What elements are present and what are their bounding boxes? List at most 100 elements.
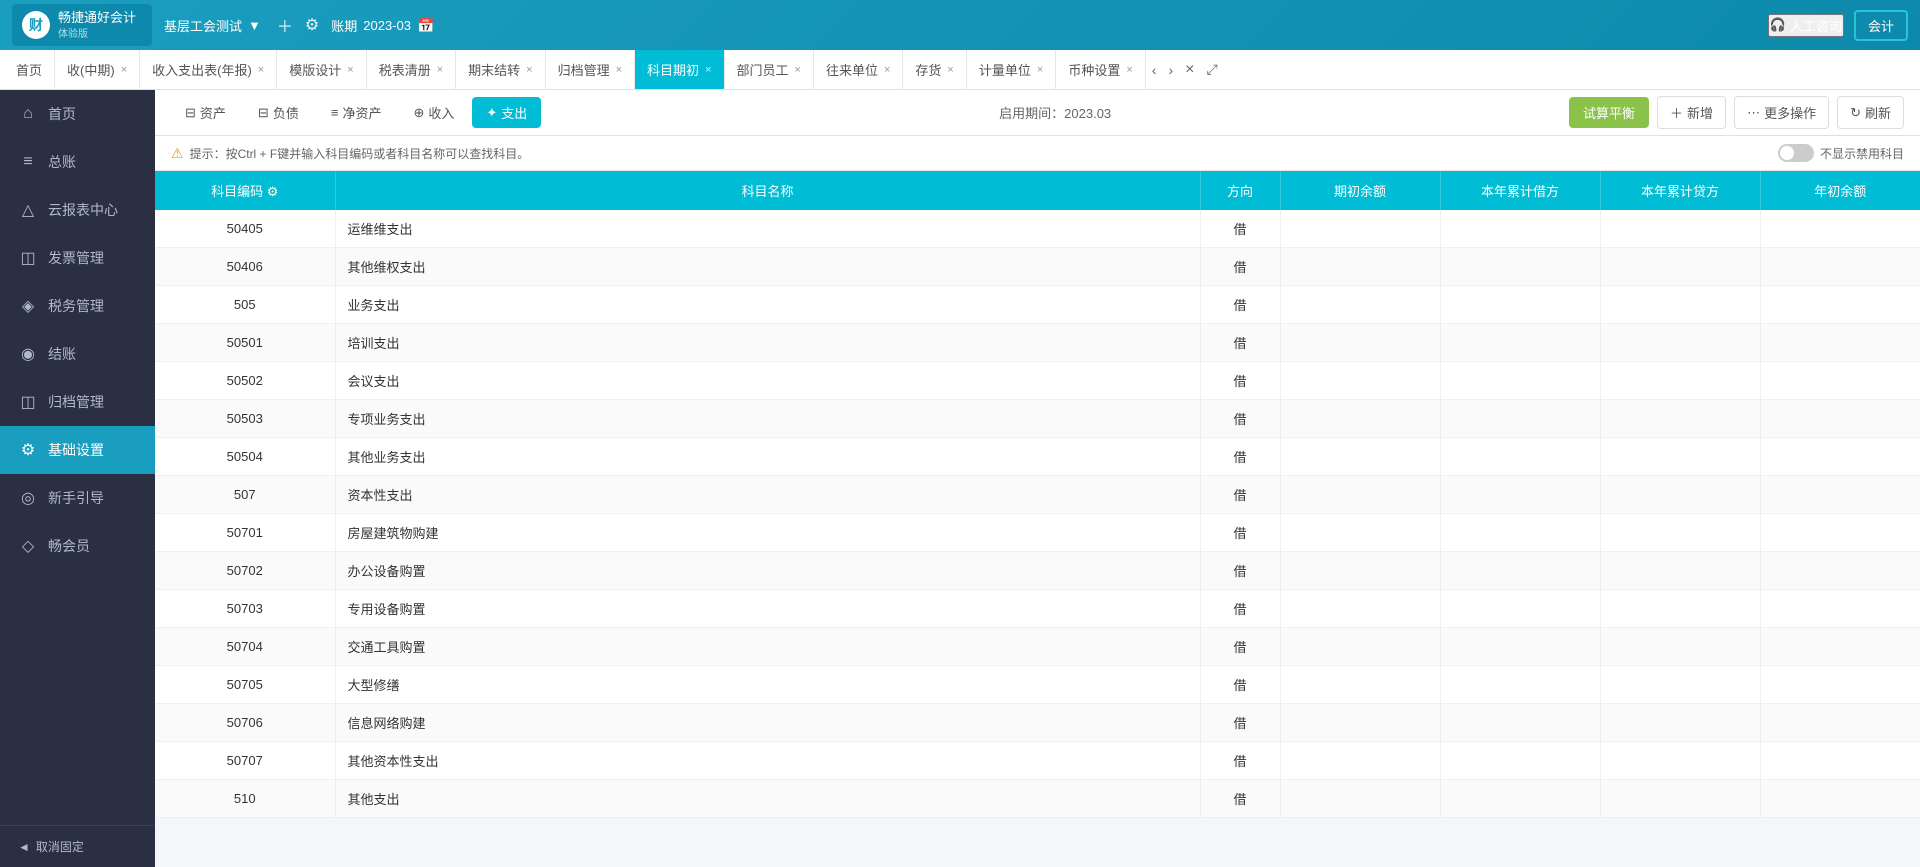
tab-subject-init-close[interactable]: ×	[705, 64, 711, 76]
table-row[interactable]: 50702 办公设备购置 借	[155, 552, 1920, 590]
tab-cashflow-close[interactable]: ×	[121, 64, 127, 76]
th-opening: 期初余额	[1280, 171, 1440, 210]
tab-archive[interactable]: 归档管理 ×	[546, 50, 635, 90]
cell-dir: 借	[1200, 324, 1280, 362]
tab-home[interactable]: 首页	[4, 50, 55, 90]
tab-unit-close[interactable]: ×	[1037, 64, 1043, 76]
cell-year-opening	[1760, 248, 1920, 286]
table-row[interactable]: 50707 其他资本性支出 借	[155, 742, 1920, 780]
account-button[interactable]: 会计	[1854, 10, 1908, 41]
help-button[interactable]: 🎧 人工咨询	[1768, 14, 1844, 37]
tab-inventory-close[interactable]: ×	[947, 64, 953, 76]
cell-ytd-debit	[1440, 476, 1600, 514]
tab-next-icon[interactable]: ›	[1162, 58, 1179, 82]
sidebar-item-reports[interactable]: △ 云报表中心	[0, 186, 155, 234]
table-row[interactable]: 50501 培训支出 借	[155, 324, 1920, 362]
tab-nav-buttons: ‹ › × ⤢	[1146, 57, 1224, 83]
table-row[interactable]: 505 业务支出 借	[155, 286, 1920, 324]
tab-taxform[interactable]: 税表清册 ×	[367, 50, 456, 90]
refresh-button[interactable]: ↻ 刷新	[1837, 96, 1904, 129]
sidebar-item-ledger[interactable]: ≡ 总账	[0, 138, 155, 186]
table-row[interactable]: 50705 大型修缮 借	[155, 666, 1920, 704]
cell-opening	[1280, 210, 1440, 248]
tab-dept-staff[interactable]: 部门员工 ×	[725, 50, 814, 90]
table-row[interactable]: 50701 房屋建筑物购建 借	[155, 514, 1920, 552]
table-row[interactable]: 50504 其他业务支出 借	[155, 438, 1920, 476]
tab-dept-staff-close[interactable]: ×	[795, 64, 801, 76]
add-button[interactable]: ＋ 新增	[1657, 96, 1726, 129]
tab-cashflow[interactable]: 收(中期) ×	[55, 50, 140, 90]
tab-contacts-close[interactable]: ×	[884, 64, 890, 76]
company-dropdown-icon[interactable]: ▼	[248, 18, 261, 33]
tab-expand-icon[interactable]: ⤢	[1200, 57, 1223, 82]
table-row[interactable]: 507 资本性支出 借	[155, 476, 1920, 514]
cell-ytd-debit	[1440, 248, 1600, 286]
table-row[interactable]: 50703 专用设备购置 借	[155, 590, 1920, 628]
tab-income-close[interactable]: ×	[258, 64, 264, 76]
sidebar-item-closing[interactable]: ◉ 结账	[0, 330, 155, 378]
tab-archive-close[interactable]: ×	[616, 64, 622, 76]
tab-period-end[interactable]: 期末结转 ×	[456, 50, 545, 90]
sidebar-item-home[interactable]: ⌂ 首页	[0, 90, 155, 138]
sub-tab-net-asset[interactable]: ≡ 净资产	[317, 97, 396, 128]
cell-opening	[1280, 476, 1440, 514]
sub-tab-asset[interactable]: ⊟ 资产	[171, 97, 240, 128]
cell-name: 其他支出	[335, 780, 1200, 818]
cell-dir: 借	[1200, 590, 1280, 628]
sub-tab-income[interactable]: ⊕ 收入	[399, 97, 468, 128]
sidebar-collapse-btn[interactable]: ◄ 取消固定	[0, 825, 155, 867]
sub-tab-expenditure[interactable]: ✦ 支出	[472, 97, 541, 128]
tab-income[interactable]: 收入支出表(年报) ×	[140, 50, 277, 90]
tab-period-end-close[interactable]: ×	[526, 64, 532, 76]
calendar-icon[interactable]: 📅	[417, 17, 434, 34]
disabled-toggle[interactable]	[1778, 144, 1814, 162]
tab-template[interactable]: 模版设计 ×	[277, 50, 366, 90]
tab-close-all-icon[interactable]: ×	[1179, 57, 1200, 83]
cell-ytd-credit	[1600, 590, 1760, 628]
warning-icon: ⚠	[171, 145, 184, 162]
table-row[interactable]: 50706 信息网络购建 借	[155, 704, 1920, 742]
cell-dir: 借	[1200, 552, 1280, 590]
tab-contacts[interactable]: 往来单位 ×	[814, 50, 903, 90]
cell-year-opening	[1760, 362, 1920, 400]
info-bar: ⚠ 提示：按Ctrl + F键并输入科目编码或者科目名称可以查找科目。 不显示禁…	[155, 136, 1920, 171]
cell-ytd-debit	[1440, 362, 1600, 400]
table-header-row: 科目编码 ⚙ 科目名称 方向 期初余额 本年累计借方 本年累计贷方 年初余额	[155, 171, 1920, 210]
settings-icon[interactable]: ⚙	[305, 15, 319, 35]
toggle-disabled-area: 不显示禁用科目	[1778, 144, 1904, 162]
tab-inventory[interactable]: 存货 ×	[903, 50, 966, 90]
more-button[interactable]: ⋯ 更多操作	[1734, 96, 1829, 129]
cell-name: 其他业务支出	[335, 438, 1200, 476]
sidebar-item-guide[interactable]: ◎ 新手引导	[0, 474, 155, 522]
cell-code: 50705	[155, 666, 335, 704]
sidebar-item-invoice[interactable]: ◫ 发票管理	[0, 234, 155, 282]
table-row[interactable]: 50406 其他维权支出 借	[155, 248, 1920, 286]
table-row[interactable]: 50704 交通工具购置 借	[155, 628, 1920, 666]
table-row[interactable]: 50405 运维维支出 借	[155, 210, 1920, 248]
logo-text-block: 畅捷通好会计 体验版	[58, 10, 136, 41]
th-code[interactable]: 科目编码 ⚙	[155, 171, 335, 210]
tab-currency[interactable]: 币种设置 ×	[1056, 50, 1145, 90]
sidebar-item-member[interactable]: ◇ 畅会员	[0, 522, 155, 570]
tab-subject-init[interactable]: 科目期初 ×	[635, 50, 724, 90]
sidebar-item-tax[interactable]: ◈ 税务管理	[0, 282, 155, 330]
add-tab-icon[interactable]: ＋	[277, 13, 293, 37]
sidebar-item-basic-settings[interactable]: ⚙ 基础设置	[0, 426, 155, 474]
table-row[interactable]: 50502 会议支出 借	[155, 362, 1920, 400]
tab-taxform-label: 税表清册	[379, 60, 431, 79]
tab-template-close[interactable]: ×	[347, 64, 353, 76]
cell-name: 房屋建筑物购建	[335, 514, 1200, 552]
th-dir: 方向	[1200, 171, 1280, 210]
balance-button[interactable]: 试算平衡	[1569, 97, 1649, 128]
sidebar-item-archive[interactable]: ◫ 归档管理	[0, 378, 155, 426]
cell-dir: 借	[1200, 362, 1280, 400]
table-row[interactable]: 510 其他支出 借	[155, 780, 1920, 818]
sub-tab-liability[interactable]: ⊟ 负债	[244, 97, 313, 128]
cell-opening	[1280, 438, 1440, 476]
cell-opening	[1280, 400, 1440, 438]
table-row[interactable]: 50503 专项业务支出 借	[155, 400, 1920, 438]
tab-currency-close[interactable]: ×	[1126, 64, 1132, 76]
tab-prev-icon[interactable]: ‹	[1146, 58, 1163, 82]
tab-taxform-close[interactable]: ×	[437, 64, 443, 76]
tab-unit[interactable]: 计量单位 ×	[967, 50, 1056, 90]
